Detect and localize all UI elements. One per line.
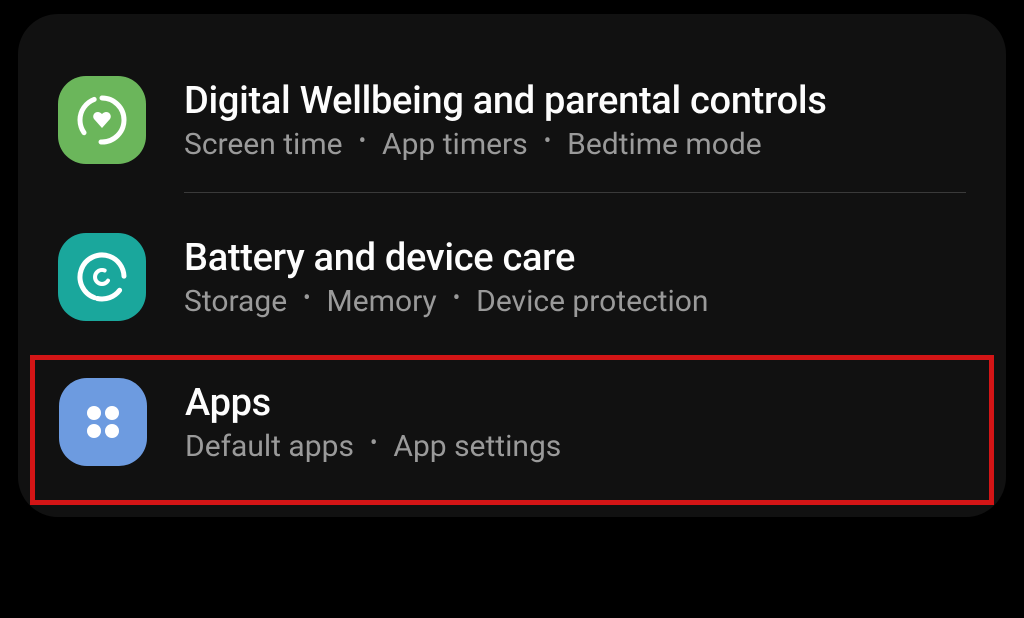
wellbeing-heart-icon: [58, 76, 146, 164]
subtitle-part: Screen time: [184, 127, 343, 162]
subtitle-part: Device protection: [476, 284, 708, 319]
dot-separator-icon: •: [303, 288, 310, 310]
dot-separator-icon: •: [453, 288, 460, 310]
dot-separator-icon: •: [359, 131, 366, 153]
settings-row-wellbeing[interactable]: Digital Wellbeing and parental controls …: [58, 54, 966, 186]
subtitle-part: App settings: [393, 429, 561, 464]
subtitle-part: Memory: [327, 284, 437, 319]
row-title: Battery and device care: [184, 236, 708, 280]
dot-separator-icon: •: [370, 433, 377, 455]
divider: [184, 192, 966, 193]
row-subtitle: Default apps • App settings: [185, 429, 561, 464]
row-subtitle: Storage • Memory • Device protection: [184, 284, 708, 319]
row-title: Digital Wellbeing and parental controls: [184, 79, 827, 123]
settings-row-text: Digital Wellbeing and parental controls …: [184, 79, 827, 162]
dot-separator-icon: •: [544, 131, 551, 153]
highlight-annotation: Apps Default apps • App settings: [30, 355, 994, 505]
settings-row-text: Apps Default apps • App settings: [185, 381, 561, 464]
settings-panel: Digital Wellbeing and parental controls …: [18, 14, 1006, 517]
subtitle-part: Bedtime mode: [567, 127, 762, 162]
subtitle-part: Default apps: [185, 429, 354, 464]
row-title: Apps: [185, 381, 561, 425]
subtitle-part: App timers: [382, 127, 528, 162]
settings-row-apps[interactable]: Apps Default apps • App settings: [59, 372, 965, 472]
row-subtitle: Screen time • App timers • Bedtime mode: [184, 127, 827, 162]
subtitle-part: Storage: [184, 284, 287, 319]
settings-row-battery[interactable]: Battery and device care Storage • Memory…: [58, 211, 966, 343]
apps-grid-icon: [59, 378, 147, 466]
settings-row-text: Battery and device care Storage • Memory…: [184, 236, 708, 319]
device-care-icon: [58, 233, 146, 321]
